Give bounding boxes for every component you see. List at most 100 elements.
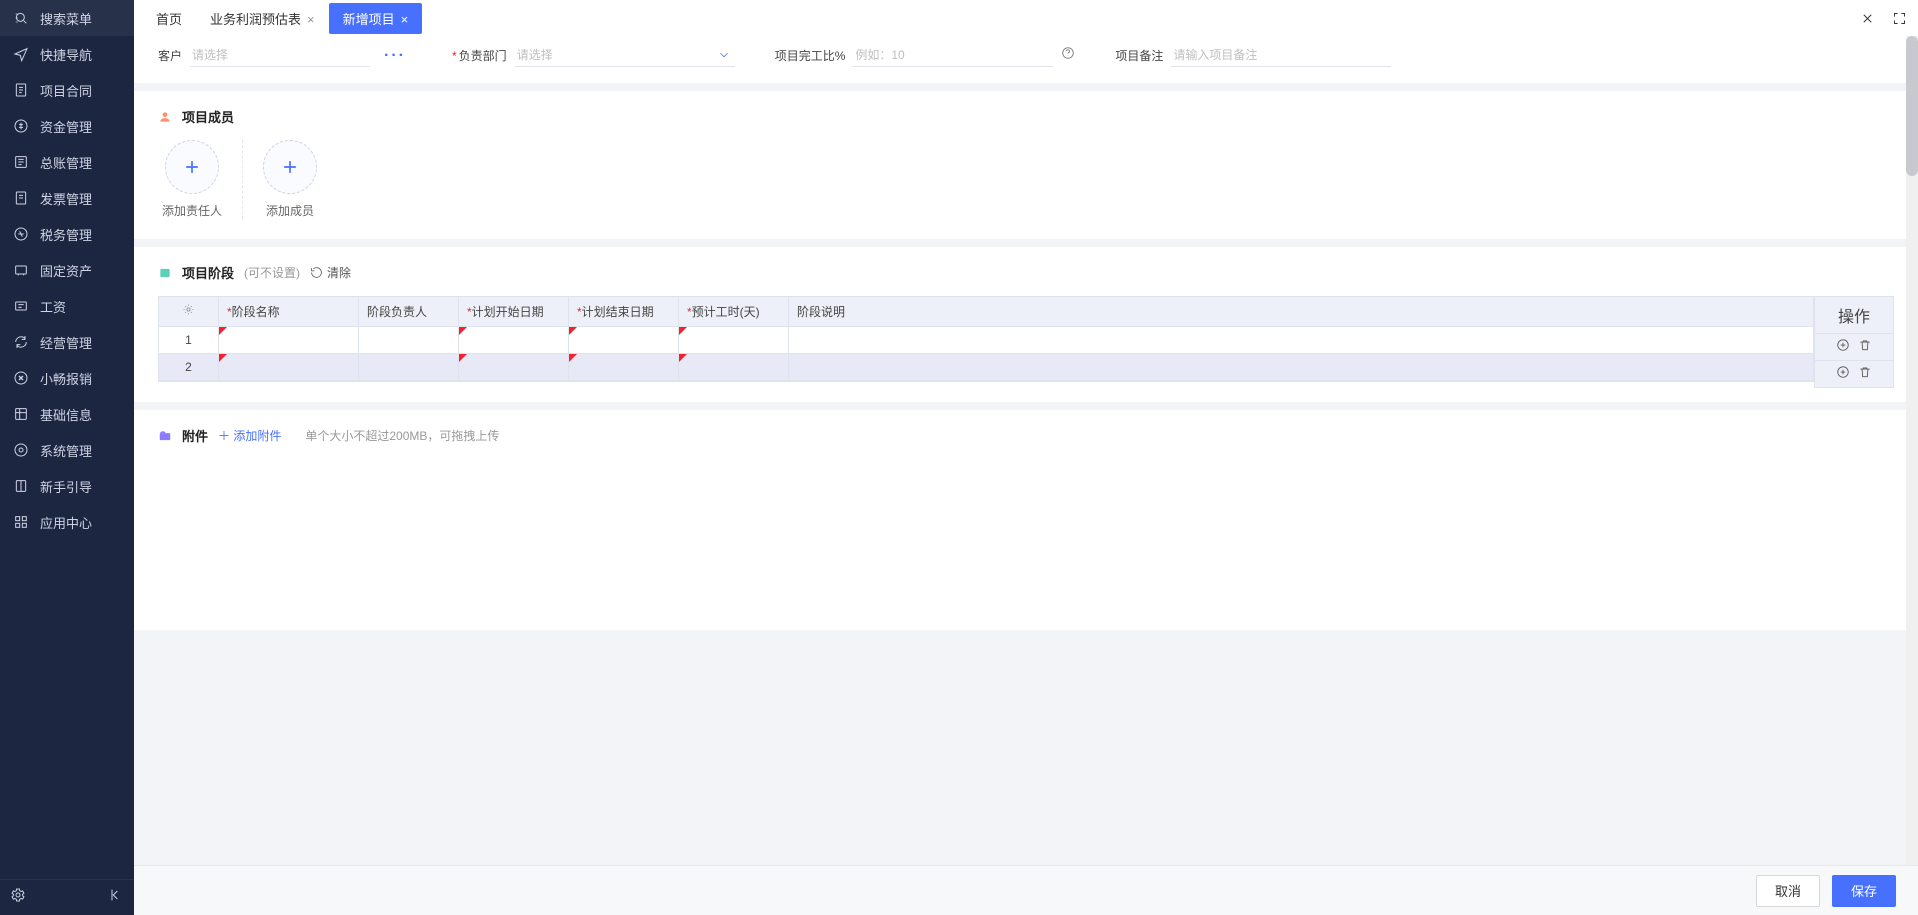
- sidebar-item-salary[interactable]: 工资: [0, 288, 134, 324]
- col-header: *计划开始日期: [459, 297, 569, 327]
- cell[interactable]: [219, 354, 359, 381]
- sidebar-item-invoice[interactable]: 发票管理: [0, 180, 134, 216]
- scrollbar[interactable]: [1906, 36, 1918, 865]
- add-owner-label: 添加责任人: [162, 202, 222, 219]
- sidebar-item-money[interactable]: 资金管理: [0, 108, 134, 144]
- remark-input[interactable]: [1171, 44, 1391, 67]
- dept-label: *负责部门: [452, 47, 507, 64]
- tab-label: 业务利润预估表: [210, 12, 301, 27]
- close-panel-icon[interactable]: [1854, 5, 1880, 31]
- phase-title: 项目阶段: [182, 263, 234, 282]
- tab-首页[interactable]: 首页: [142, 3, 196, 34]
- add-member-button[interactable]: [263, 140, 317, 194]
- settings-icon[interactable]: [10, 887, 26, 908]
- sidebar-item-apps[interactable]: 应用中心: [0, 504, 134, 540]
- sidebar-item-gc[interactable]: 小畅报销: [0, 360, 134, 396]
- cell[interactable]: [679, 354, 789, 381]
- tab-bar: 首页 业务利润预估表 × 新增项目 ×: [134, 0, 1918, 36]
- compass-icon: [12, 45, 30, 63]
- field-customer: 客户 ···: [158, 44, 412, 67]
- add-row-icon[interactable]: [1836, 365, 1850, 384]
- delete-row-icon[interactable]: [1858, 365, 1872, 384]
- cell[interactable]: [789, 327, 1813, 354]
- close-icon[interactable]: ×: [401, 12, 409, 27]
- gear-icon[interactable]: [159, 297, 219, 327]
- row-number: 1: [159, 327, 219, 354]
- cell[interactable]: [569, 354, 679, 381]
- phase-optional: (可不设置): [244, 264, 300, 281]
- field-percent: 项目完工比%: [775, 44, 1076, 67]
- cell[interactable]: [789, 354, 1813, 381]
- sidebar-item-asset[interactable]: 固定资产: [0, 252, 134, 288]
- attachment-tip: 单个大小不超过200MB，可拖拽上传: [305, 427, 499, 444]
- tab-新增项目[interactable]: 新增项目 ×: [329, 3, 423, 34]
- cell[interactable]: [459, 327, 569, 354]
- row-ops: [1815, 333, 1893, 360]
- dept-select[interactable]: [515, 44, 735, 67]
- percent-input[interactable]: [853, 44, 1053, 67]
- cell[interactable]: [219, 327, 359, 354]
- collapse-icon[interactable]: [108, 887, 124, 908]
- sidebar-item-label: 发票管理: [40, 189, 92, 208]
- delete-row-icon[interactable]: [1858, 338, 1872, 357]
- sidebar-item-guide[interactable]: 新手引导: [0, 468, 134, 504]
- field-dept: *负责部门: [452, 44, 735, 67]
- fullscreen-icon[interactable]: [1886, 5, 1912, 31]
- row-ops: [1815, 360, 1893, 387]
- phase-clear-button[interactable]: 清除: [310, 264, 351, 281]
- phase-table: *阶段名称阶段负责人*计划开始日期*计划结束日期*预计工时(天)阶段说明12: [158, 296, 1814, 382]
- basic-info-row: 客户 ··· *负责部门 项目完工比% 项目备注: [134, 36, 1918, 91]
- sidebar-item-sys[interactable]: 系统管理: [0, 432, 134, 468]
- customer-label: 客户: [158, 47, 182, 64]
- phase-ops-column: 操作: [1814, 296, 1894, 388]
- sidebar-item-label: 资金管理: [40, 117, 92, 136]
- sidebar-item-label: 税务管理: [40, 225, 92, 244]
- sidebar-item-compass[interactable]: 快捷导航: [0, 36, 134, 72]
- sidebar-item-doc[interactable]: 项目合同: [0, 72, 134, 108]
- sidebar-item-book[interactable]: 总账管理: [0, 144, 134, 180]
- cell[interactable]: [359, 327, 459, 354]
- close-icon[interactable]: ×: [307, 12, 315, 27]
- cancel-button[interactable]: 取消: [1756, 875, 1820, 907]
- sidebar-item-label: 工资: [40, 297, 66, 316]
- main-area: 首页 业务利润预估表 × 新增项目 × 客户 ··· *负责部门: [134, 0, 1918, 915]
- sidebar-item-label: 应用中心: [40, 513, 92, 532]
- help-icon[interactable]: [1061, 46, 1075, 65]
- tab-label: 新增项目: [343, 12, 395, 27]
- sidebar-item-cycle[interactable]: 经营管理: [0, 324, 134, 360]
- add-owner-button[interactable]: [165, 140, 219, 194]
- sidebar-footer: [0, 879, 134, 915]
- cell[interactable]: [359, 354, 459, 381]
- customer-more-icon[interactable]: ···: [378, 47, 412, 65]
- table-row: 1: [159, 327, 1813, 354]
- cell[interactable]: [569, 327, 679, 354]
- cell[interactable]: [459, 354, 569, 381]
- attachment-title: 附件: [182, 426, 208, 445]
- sidebar-nav: 搜索菜单快捷导航项目合同资金管理总账管理发票管理税务管理固定资产工资经营管理小畅…: [0, 0, 134, 879]
- add-row-icon[interactable]: [1836, 338, 1850, 357]
- doc-icon: [12, 81, 30, 99]
- customer-select[interactable]: [190, 44, 370, 67]
- book-icon: [12, 153, 30, 171]
- add-member-label: 添加成员: [266, 202, 314, 219]
- sidebar-item-label: 项目合同: [40, 81, 92, 100]
- money-icon: [12, 117, 30, 135]
- percent-label: 项目完工比%: [775, 47, 846, 64]
- col-header: 阶段说明: [789, 297, 1813, 327]
- sidebar-item-base[interactable]: 基础信息: [0, 396, 134, 432]
- cell[interactable]: [679, 327, 789, 354]
- col-header: *计划结束日期: [569, 297, 679, 327]
- col-header: 阶段负责人: [359, 297, 459, 327]
- base-icon: [12, 405, 30, 423]
- form-body: 客户 ··· *负责部门 项目完工比% 项目备注: [134, 36, 1918, 865]
- tab-业务利润预估表[interactable]: 业务利润预估表 ×: [196, 3, 329, 34]
- add-attachment-button[interactable]: ＋ 添加附件: [218, 427, 281, 444]
- sidebar-item-label: 搜索菜单: [40, 9, 92, 28]
- sidebar-item-label: 快捷导航: [40, 45, 92, 64]
- sys-icon: [12, 441, 30, 459]
- sidebar-item-tax[interactable]: 税务管理: [0, 216, 134, 252]
- asset-icon: [12, 261, 30, 279]
- tab-label: 首页: [156, 12, 182, 27]
- save-button[interactable]: 保存: [1832, 875, 1896, 907]
- sidebar-item-search[interactable]: 搜索菜单: [0, 0, 134, 36]
